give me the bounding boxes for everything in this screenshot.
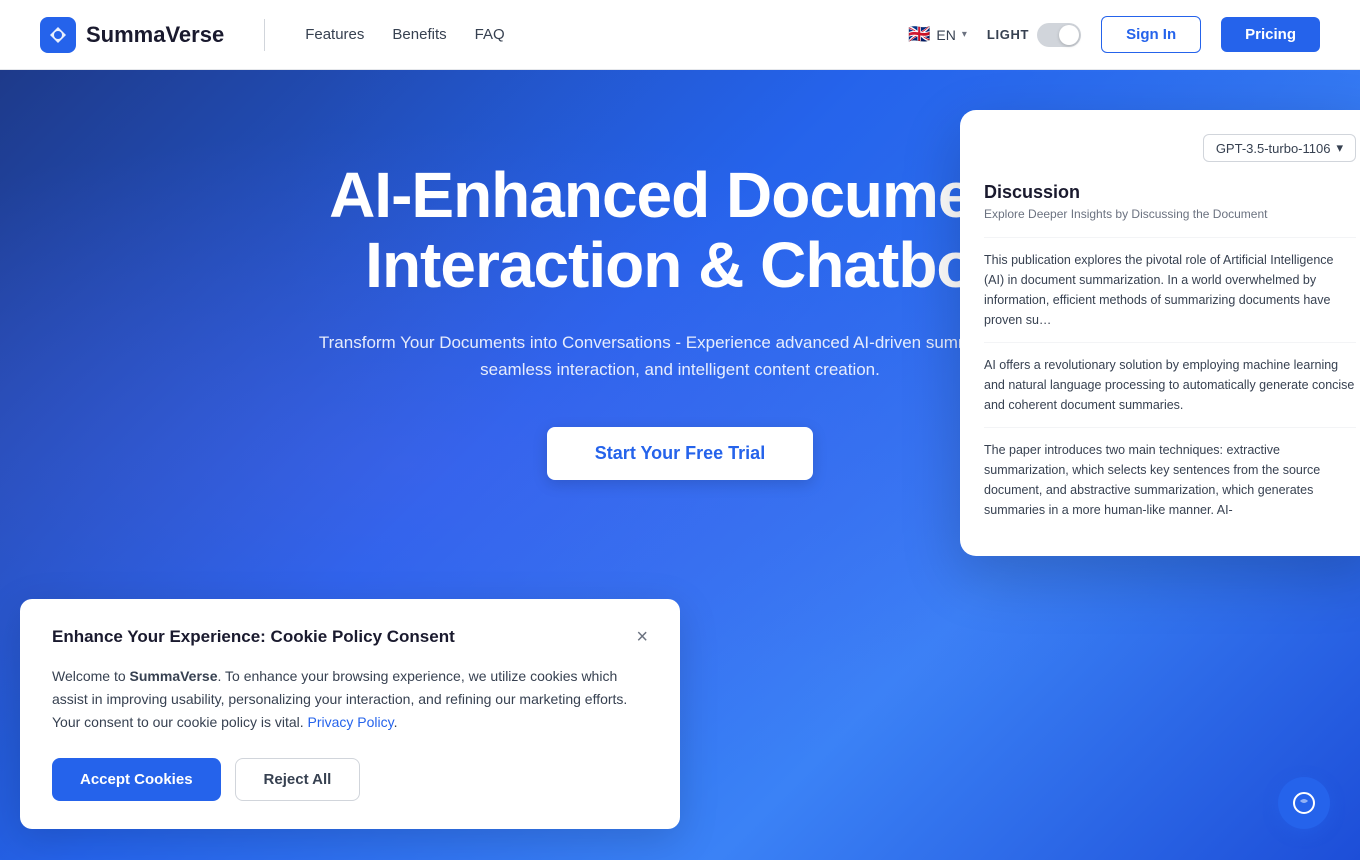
language-selector[interactable]: 🇬🇧 EN ▾	[908, 24, 967, 45]
navbar-right: 🇬🇧 EN ▾ LIGHT Sign In Pricing	[908, 16, 1320, 53]
start-trial-button[interactable]: Start Your Free Trial	[547, 427, 813, 480]
card-paragraph-2: AI offers a revolutionary solution by em…	[984, 355, 1356, 415]
reject-all-button[interactable]: Reject All	[235, 758, 361, 801]
nav-links: Features Benefits FAQ	[305, 26, 504, 43]
nav-link-benefits[interactable]: Benefits	[392, 26, 446, 43]
theme-toggle[interactable]	[1037, 23, 1081, 47]
privacy-policy-link[interactable]: Privacy Policy	[308, 714, 394, 730]
hero-subtitle: Transform Your Documents into Conversati…	[290, 329, 1070, 383]
navbar: SummaVerse Features Benefits FAQ 🇬🇧 EN ▾…	[0, 0, 1360, 70]
card-divider-2	[984, 342, 1356, 343]
chat-icon	[1292, 791, 1316, 815]
cookie-banner: Enhance Your Experience: Cookie Policy C…	[20, 599, 680, 829]
card-paragraph-3: The paper introduces two main techniques…	[984, 440, 1356, 520]
nav-link-features[interactable]: Features	[305, 26, 364, 43]
accept-cookies-button[interactable]: Accept Cookies	[52, 758, 221, 801]
logo[interactable]: SummaVerse	[40, 17, 224, 53]
model-selector: GPT-3.5-turbo-1106 ▾	[984, 134, 1356, 162]
cookie-body: Welcome to SummaVerse. To enhance your b…	[52, 665, 648, 734]
nav-divider	[264, 19, 265, 51]
hero-card: GPT-3.5-turbo-1106 ▾ Discussion Explore …	[960, 110, 1360, 556]
model-badge[interactable]: GPT-3.5-turbo-1106 ▾	[1203, 134, 1356, 162]
pricing-button[interactable]: Pricing	[1221, 17, 1320, 52]
brand-name: SummaVerse	[86, 22, 224, 48]
model-chevron-icon: ▾	[1336, 140, 1343, 156]
card-divider-1	[984, 237, 1356, 238]
chat-widget-button[interactable]	[1278, 777, 1330, 829]
toggle-knob	[1059, 25, 1079, 45]
cookie-header: Enhance Your Experience: Cookie Policy C…	[52, 627, 648, 647]
flag-icon: 🇬🇧	[908, 24, 930, 45]
logo-icon	[40, 17, 76, 53]
card-divider-3	[984, 427, 1356, 428]
theme-toggle-wrap: LIGHT	[987, 23, 1081, 47]
chevron-down-icon: ▾	[962, 29, 967, 40]
theme-label: LIGHT	[987, 27, 1029, 42]
navbar-left: SummaVerse Features Benefits FAQ	[40, 17, 505, 53]
card-paragraph-1: This publication explores the pivotal ro…	[984, 250, 1356, 330]
cookie-actions: Accept Cookies Reject All	[52, 758, 648, 801]
hero-title: AI-Enhanced DocumentInteraction & Chatbo…	[290, 160, 1070, 301]
model-name: GPT-3.5-turbo-1106	[1216, 141, 1331, 156]
cookie-brand-name: SummaVerse	[130, 668, 218, 684]
cookie-title: Enhance Your Experience: Cookie Policy C…	[52, 627, 455, 647]
cookie-suffix-dot: .	[394, 714, 398, 730]
card-section-subtitle: Explore Deeper Insights by Discussing th…	[984, 207, 1356, 221]
lang-code: EN	[936, 27, 955, 43]
nav-link-faq[interactable]: FAQ	[475, 26, 505, 43]
card-section-title: Discussion	[984, 182, 1356, 203]
sign-in-button[interactable]: Sign In	[1101, 16, 1201, 53]
cookie-body-prefix: Welcome to	[52, 668, 130, 684]
cookie-close-button[interactable]: ×	[636, 627, 648, 647]
